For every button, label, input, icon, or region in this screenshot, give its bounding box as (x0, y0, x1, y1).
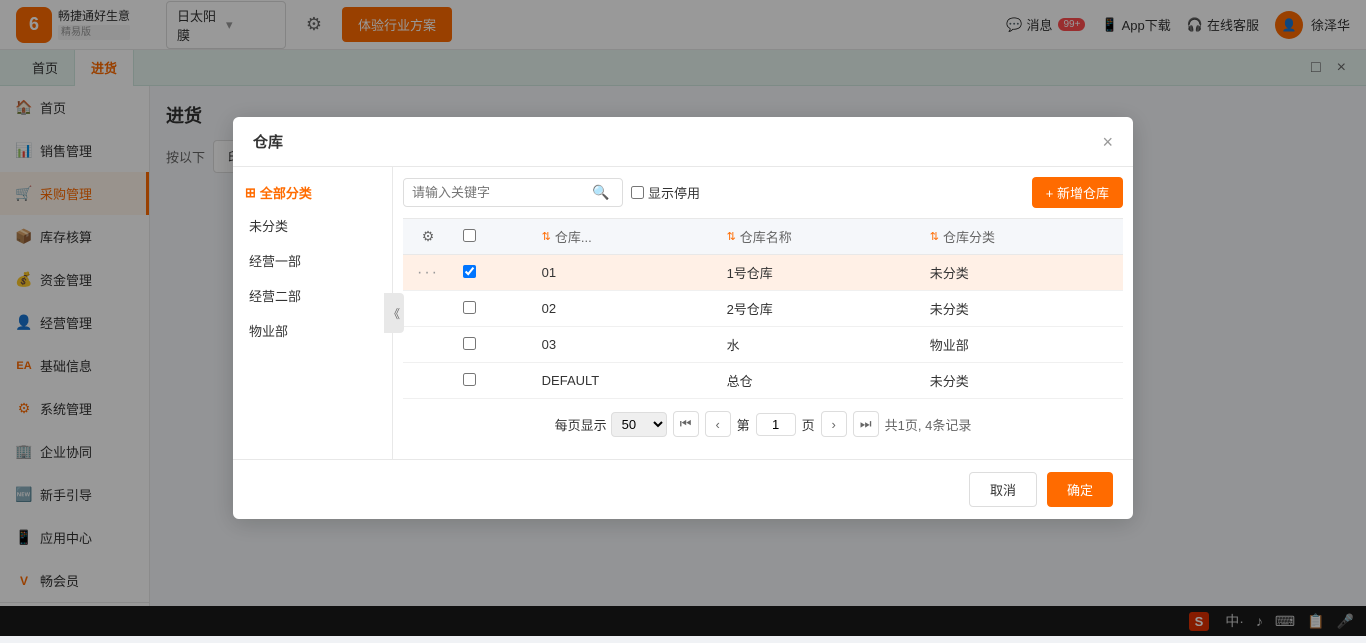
more-icon[interactable]: ··· (417, 264, 439, 281)
search-input[interactable] (404, 180, 584, 205)
confirm-button[interactable]: 确定 (1047, 472, 1113, 507)
dialog-title: 仓库 (253, 131, 283, 152)
table-header-id[interactable]: ⇅ 仓库... (532, 219, 717, 255)
next-page-button[interactable]: › (821, 411, 847, 437)
table-row[interactable]: 03 水 物业部 (403, 327, 1123, 363)
category-item-unclassified[interactable]: 未分类 (233, 208, 392, 243)
first-page-button[interactable]: ⏮ (673, 411, 699, 437)
cancel-button[interactable]: 取消 (969, 472, 1037, 507)
per-page-select[interactable]: 50 100 200 (611, 412, 667, 437)
sort-icon-category: ⇅ (930, 230, 939, 243)
overlay: 仓库 × ⊞ 全部分类 未分类 经营一部 经营二部 物业部 《 (0, 0, 1366, 636)
grid-icon: ⊞ (245, 185, 256, 201)
add-warehouse-button[interactable]: + 新增仓库 (1032, 177, 1123, 208)
category-panel: ⊞ 全部分类 未分类 经营一部 经营二部 物业部 《 (233, 167, 393, 459)
per-page-label: 每页显示 (555, 415, 607, 434)
dialog-footer: 取消 确定 (233, 459, 1133, 519)
row-checkbox-1[interactable] (463, 265, 476, 278)
show-disabled-checkbox-label[interactable]: 显示停用 (631, 183, 700, 202)
category-collapse-button[interactable]: 《 (384, 293, 404, 333)
dialog-close-button[interactable]: × (1102, 133, 1113, 151)
category-item-property[interactable]: 物业部 (233, 313, 392, 348)
pagination: 每页显示 50 100 200 ⏮ ‹ 第 页 › ⏭ 共1页, 4条记录 (403, 399, 1123, 449)
last-page-button[interactable]: ⏭ (853, 411, 879, 437)
table-header-checkbox (453, 219, 532, 255)
search-input-wrap: 🔍 (403, 178, 623, 207)
row-action-1: ··· (403, 255, 453, 291)
row-action-3 (403, 327, 453, 363)
page-label: 第 (737, 415, 750, 434)
row-checkbox-3[interactable] (463, 337, 476, 350)
search-button[interactable]: 🔍 (584, 179, 617, 206)
dialog-header: 仓库 × (233, 117, 1133, 167)
table-row[interactable]: 02 2号仓库 未分类 (403, 291, 1123, 327)
row-checkbox-4[interactable] (463, 373, 476, 386)
category-all-label[interactable]: 全部分类 (260, 183, 312, 202)
warehouse-table: ⚙ ⇅ 仓库... ⇅ 仓库名称 (403, 218, 1123, 399)
row-action-2 (403, 291, 453, 327)
table-row[interactable]: ··· 01 1号仓库 未分类 (403, 255, 1123, 291)
table-header-settings[interactable]: ⚙ (403, 219, 453, 255)
page-number-input[interactable] (756, 413, 796, 436)
select-all-checkbox[interactable] (463, 229, 476, 242)
page-unit: 页 (802, 415, 815, 434)
per-page-wrap: 每页显示 50 100 200 (555, 412, 667, 437)
row-action-4 (403, 363, 453, 399)
table-header-name[interactable]: ⇅ 仓库名称 (717, 219, 920, 255)
row-checkbox-2[interactable] (463, 301, 476, 314)
dialog-body: ⊞ 全部分类 未分类 经营一部 经营二部 物业部 《 🔍 (233, 167, 1133, 459)
sort-icon-id: ⇅ (542, 230, 551, 243)
prev-page-button[interactable]: ‹ (705, 411, 731, 437)
table-row[interactable]: DEFAULT 总仓 未分类 (403, 363, 1123, 399)
show-disabled-checkbox[interactable] (631, 186, 644, 199)
warehouse-dialog: 仓库 × ⊞ 全部分类 未分类 经营一部 经营二部 物业部 《 (233, 117, 1133, 519)
table-panel: 🔍 显示停用 + 新增仓库 ⚙ (393, 167, 1133, 459)
table-toolbar: 🔍 显示停用 + 新增仓库 (403, 177, 1123, 208)
sort-icon-name: ⇅ (727, 230, 736, 243)
total-info: 共1页, 4条记录 (885, 415, 972, 434)
category-header: ⊞ 全部分类 (233, 177, 392, 208)
category-item-dept2[interactable]: 经营二部 (233, 278, 392, 313)
table-header-category[interactable]: ⇅ 仓库分类 (920, 219, 1123, 255)
category-item-dept1[interactable]: 经营一部 (233, 243, 392, 278)
